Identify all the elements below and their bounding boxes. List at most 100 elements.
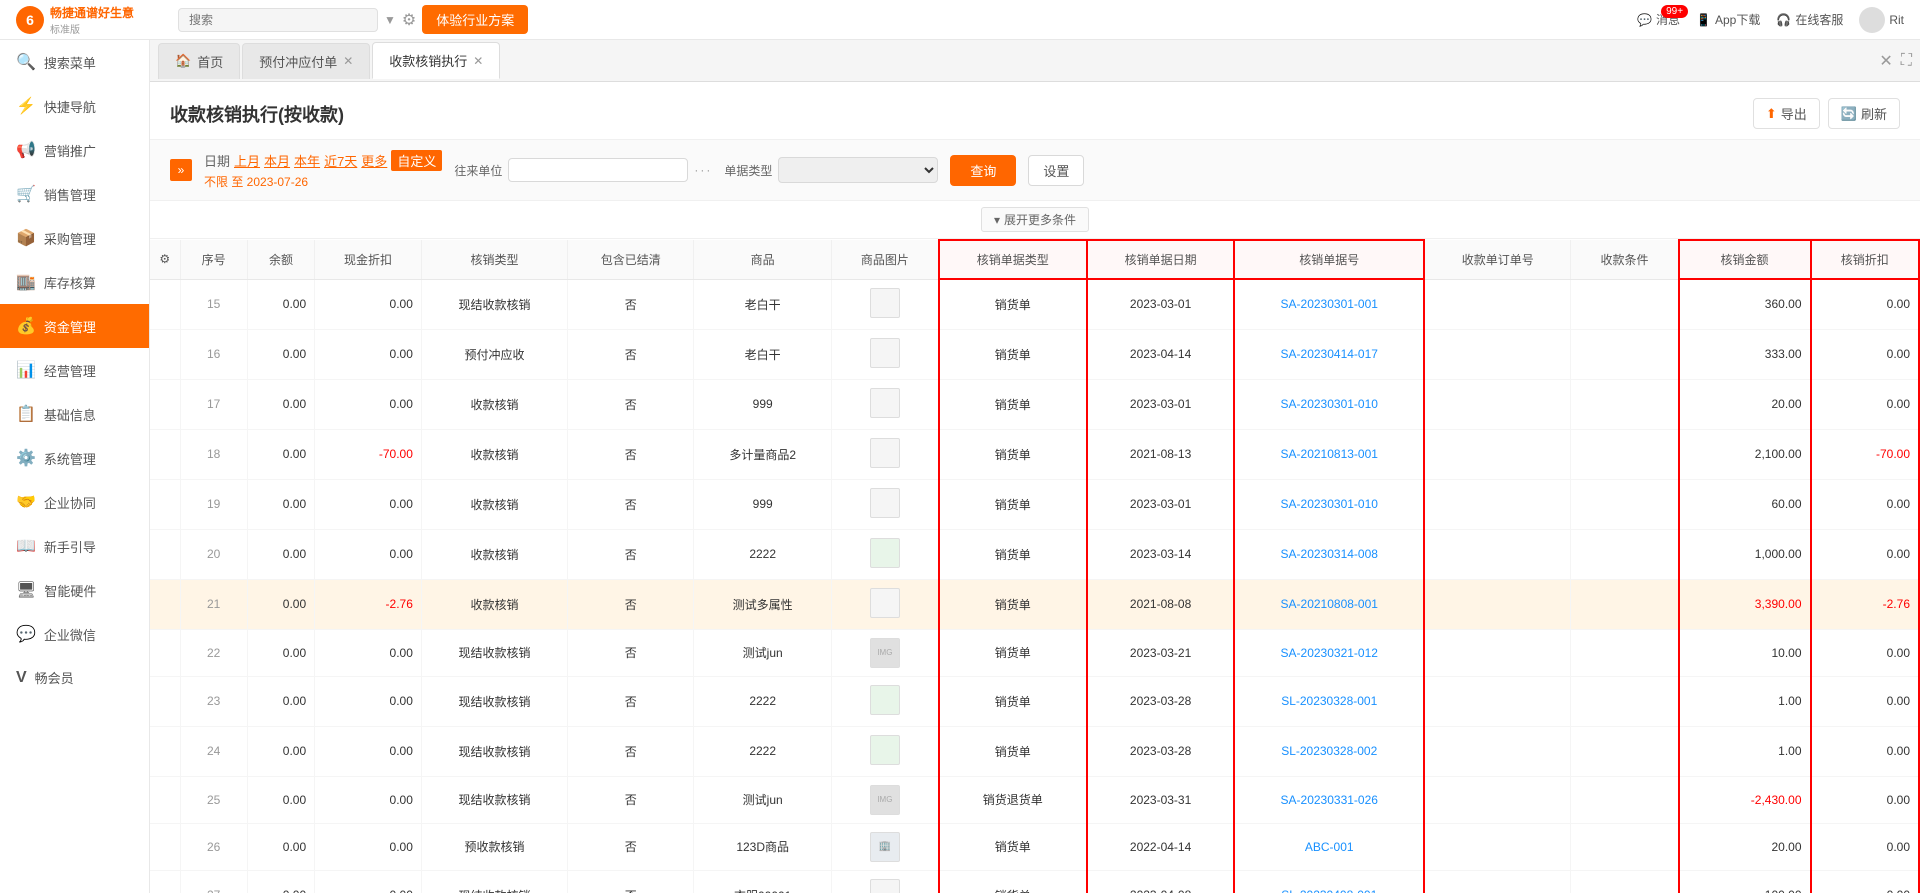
date-last7[interactable]: 近7天 (324, 151, 357, 170)
user-info[interactable]: Rit (1859, 7, 1904, 33)
sidebar-item-inventory[interactable]: 🏬 库存核算 (0, 260, 149, 304)
table-row: 26 0.00 0.00 预收款核销 否 123D商品 🏢 销货单 2022-0… (150, 823, 1919, 870)
td-receipt-condition (1571, 329, 1679, 379)
date-this-month[interactable]: 本月 (264, 151, 290, 170)
writeoff-doc-no-link[interactable]: SL-20230408-001 (1281, 888, 1377, 893)
sidebar-item-marketing[interactable]: 📢 营销推广 (0, 128, 149, 172)
date-this-year[interactable]: 本年 (294, 151, 320, 170)
td-goods: 测试jun (694, 629, 831, 676)
td-writeoff-type: 收款核销 (421, 379, 567, 429)
main-area: 🏠 首页 预付冲应付单 ✕ 收款核销执行 ✕ ✕ ⛶ 收款核销执行(按收款) (150, 40, 1920, 893)
td-writeoff-amount: 20.00 (1679, 379, 1811, 429)
td-goods: 2222 (694, 529, 831, 579)
export-button[interactable]: ⬆ 导出 (1753, 98, 1820, 129)
writeoff-doc-no-link[interactable]: SA-20230301-010 (1281, 397, 1378, 411)
td-writeoff-doc-no: SA-20230414-017 (1234, 329, 1424, 379)
td-row-num: 21 (180, 579, 247, 629)
refresh-button[interactable]: 🔄 刷新 (1828, 98, 1900, 129)
logo-area: 6 畅捷通谱好生意 标准版 (16, 4, 166, 36)
goods-image (870, 388, 900, 418)
sidebar-item-finance[interactable]: 💰 资金管理 (0, 304, 149, 348)
filter-doctype-section: 单据类型 (724, 157, 938, 183)
sidebar-item-guide[interactable]: 📖 新手引导 (0, 524, 149, 568)
td-writeoff-discount: -70.00 (1811, 429, 1920, 479)
tab-prepay[interactable]: 预付冲应付单 ✕ (242, 43, 370, 79)
td-goods: 老白干 (694, 329, 831, 379)
goods-image (870, 588, 900, 618)
td-writeoff-doc-date: 2023-03-21 (1087, 629, 1235, 676)
writeoff-doc-no-link[interactable]: SL-20230328-001 (1281, 694, 1377, 708)
writeoff-doc-no-link[interactable]: SA-20230301-010 (1281, 497, 1378, 511)
close-tab-button[interactable]: ✕ (1879, 51, 1892, 71)
doc-type-select[interactable] (778, 157, 938, 183)
td-writeoff-doc-date: 2023-03-01 (1087, 279, 1235, 329)
table-row: 24 0.00 0.00 现结收款核销 否 2222 销货单 2023-03-2… (150, 726, 1919, 776)
table-container[interactable]: ⚙ 序号 余额 现金折扣 核销类型 包含已结清 商品 商品图片 核销单据类型 核… (150, 239, 1920, 893)
writeoff-doc-no-link[interactable]: SA-20230414-017 (1281, 347, 1378, 361)
th-included: 包含已结清 (568, 240, 694, 279)
tab-home[interactable]: 🏠 首页 (158, 43, 240, 79)
writeoff-doc-no-link[interactable]: SA-20230301-001 (1281, 297, 1378, 311)
sidebar-item-member[interactable]: V 畅会员 (0, 656, 149, 699)
td-cash-discount: -2.76 (315, 579, 422, 629)
td-writeoff-doc-type: 销货单 (939, 676, 1087, 726)
td-cash-discount: 0.00 (315, 379, 422, 429)
td-receipt-order-no (1424, 329, 1571, 379)
query-button[interactable]: 查询 (950, 155, 1016, 186)
sidebar-item-purchase[interactable]: 📦 采购管理 (0, 216, 149, 260)
td-writeoff-type: 现结收款核销 (421, 726, 567, 776)
tab-writeoff-close[interactable]: ✕ (473, 54, 483, 68)
goods-image (870, 538, 900, 568)
td-goods: 2222 (694, 676, 831, 726)
sidebar-item-operations[interactable]: 📊 经营管理 (0, 348, 149, 392)
td-goods: 999 (694, 379, 831, 429)
expand-more-conditions-button[interactable]: ▾ 展开更多条件 (981, 207, 1089, 232)
goods-image (870, 488, 900, 518)
dropdown-arrow[interactable]: ▼ (384, 13, 396, 27)
td-cash-discount: 0.00 (315, 479, 422, 529)
tab-prepay-close[interactable]: ✕ (343, 54, 353, 68)
sidebar-item-system[interactable]: ⚙️ 系统管理 (0, 436, 149, 480)
td-goods-img (831, 279, 939, 329)
td-cash-discount: 0.00 (315, 870, 422, 893)
date-last-month[interactable]: 上月 (234, 151, 260, 170)
sidebar-item-sales[interactable]: 🛒 销售管理 (0, 172, 149, 216)
sidebar-item-basics[interactable]: 📋 基础信息 (0, 392, 149, 436)
top-search-input[interactable] (178, 8, 378, 32)
writeoff-doc-no-link[interactable]: SA-20230331-026 (1281, 793, 1378, 807)
writeoff-doc-no-link[interactable]: ABC-001 (1305, 840, 1354, 854)
writeoff-doc-no-link[interactable]: SL-20230328-002 (1281, 744, 1377, 758)
filter-date-section: 日期 上月 本月 本年 近7天 更多 自定义 不限 至 2023-07-26 (204, 150, 442, 190)
sidebar-item-wechat[interactable]: 💬 企业微信 (0, 612, 149, 656)
th-settings[interactable]: ⚙ (150, 240, 180, 279)
sidebar-item-quick-nav[interactable]: ⚡ 快捷导航 (0, 84, 149, 128)
sidebar-item-hardware[interactable]: 🖥 智能硬件 (0, 568, 149, 612)
td-receipt-condition (1571, 479, 1679, 529)
writeoff-doc-no-link[interactable]: SA-20210808-001 (1281, 597, 1378, 611)
goods-image (870, 735, 900, 765)
filter-expand-arrow[interactable]: » (170, 159, 192, 181)
app-download-item[interactable]: 📱 App下载 (1696, 11, 1760, 28)
online-service-item[interactable]: 🎧 在线客服 (1776, 11, 1843, 28)
sidebar-item-search[interactable]: 🔍 搜索菜单 (0, 40, 149, 84)
date-more[interactable]: 更多 (361, 151, 387, 170)
settings-button[interactable]: 设置 (1028, 155, 1084, 186)
date-custom[interactable]: 自定义 (391, 150, 442, 171)
writeoff-doc-no-link[interactable]: SA-20230314-008 (1281, 547, 1378, 561)
writeoff-doc-no-link[interactable]: SA-20230321-012 (1281, 646, 1378, 660)
td-writeoff-doc-no: SL-20230408-001 (1234, 870, 1424, 893)
td-writeoff-doc-no: SA-20210813-001 (1234, 429, 1424, 479)
td-writeoff-doc-date: 2021-08-08 (1087, 579, 1235, 629)
clipboard-icon: 📋 (16, 404, 36, 424)
maximize-tab-button[interactable]: ⛶ (1901, 52, 1912, 70)
settings-icon[interactable]: ⚙ (402, 10, 416, 30)
counterpart-input[interactable] (508, 158, 688, 182)
writeoff-doc-no-link[interactable]: SA-20210813-001 (1281, 447, 1378, 461)
message-icon-item[interactable]: 💬 消息 99+ (1637, 11, 1680, 28)
industry-solution-button[interactable]: 体验行业方案 (422, 5, 528, 34)
td-receipt-condition (1571, 823, 1679, 870)
expand-bar: ▾ 展开更多条件 (150, 201, 1920, 239)
td-receipt-condition (1571, 529, 1679, 579)
tab-writeoff[interactable]: 收款核销执行 ✕ (372, 42, 500, 79)
sidebar-item-collab[interactable]: 🤝 企业协同 (0, 480, 149, 524)
